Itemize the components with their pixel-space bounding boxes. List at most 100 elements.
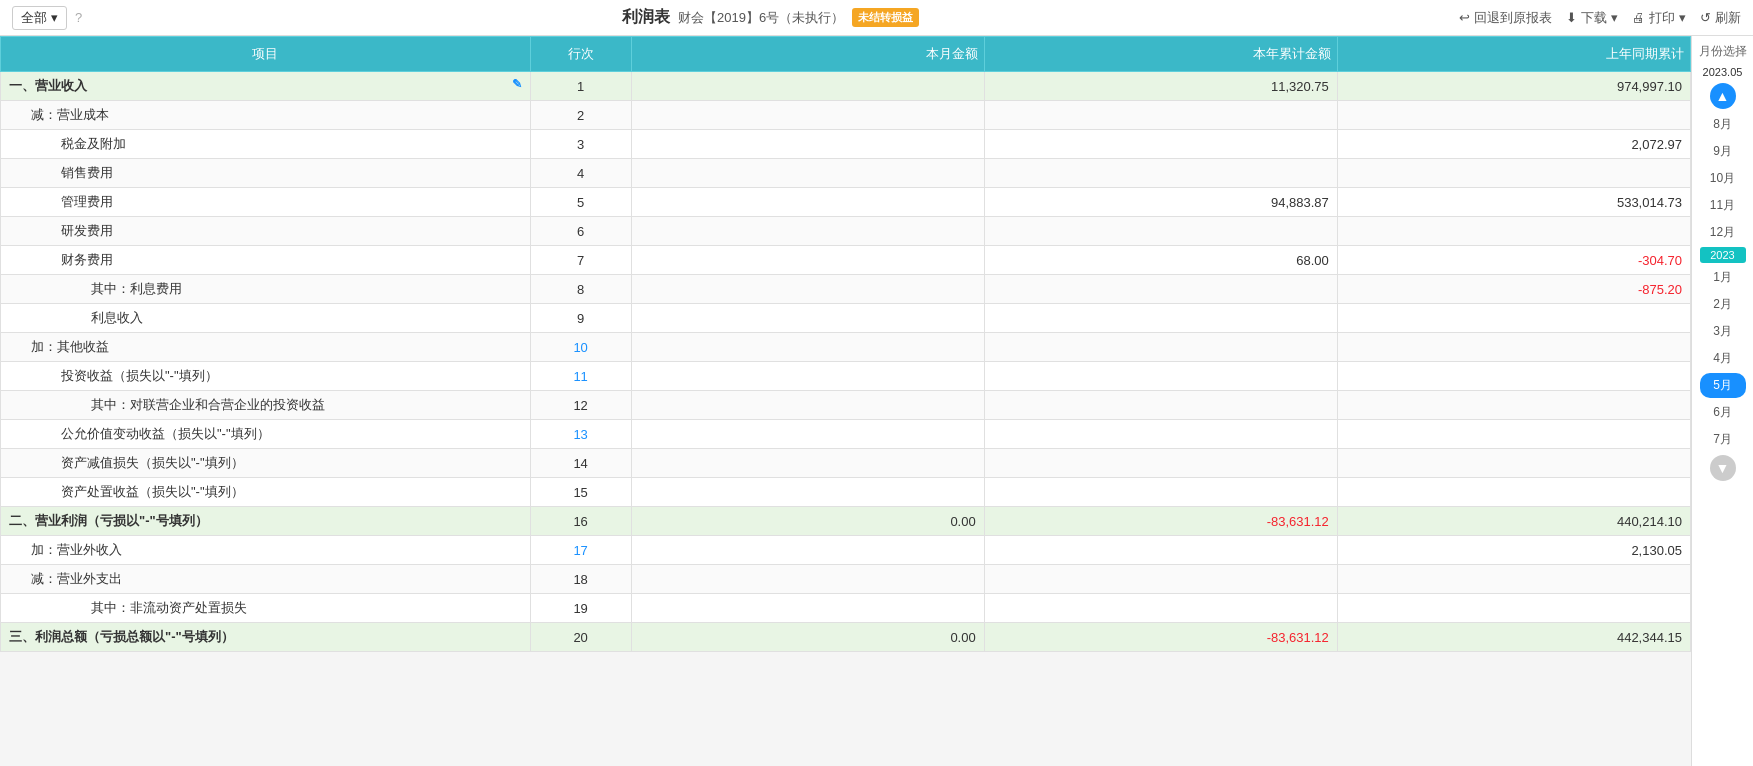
cell-prev: 2,130.05: [1337, 536, 1690, 565]
cell-prev: 2,072.97: [1337, 130, 1690, 159]
cell-month: [631, 130, 984, 159]
month-item[interactable]: 10月: [1700, 166, 1746, 191]
header-rownum: 行次: [530, 37, 631, 72]
month-item[interactable]: 2023: [1700, 247, 1746, 263]
cell-rownum: 15: [530, 478, 631, 507]
download-button[interactable]: ⬇ 下载 ▾: [1566, 9, 1618, 27]
edit-icon[interactable]: ✎: [512, 77, 522, 91]
cell-item: 加：营业外收入: [1, 536, 531, 565]
sidebar-up-button[interactable]: ▲: [1710, 83, 1736, 109]
page-wrapper: 全部 ▾ ? 利润表 财会【2019】6号（未执行） 未结转损益 ↩ 回退到原报…: [0, 0, 1753, 766]
refresh-button[interactable]: ↺ 刷新: [1700, 9, 1741, 27]
cell-prev: [1337, 420, 1690, 449]
cell-year: [984, 304, 1337, 333]
item-label: 其中：利息费用: [91, 281, 182, 296]
month-item[interactable]: 6月: [1700, 400, 1746, 425]
month-item[interactable]: 7月: [1700, 427, 1746, 452]
selector-label: 全部: [21, 9, 47, 27]
selector-dropdown[interactable]: 全部 ▾: [12, 6, 67, 30]
cell-rownum[interactable]: 17: [530, 536, 631, 565]
month-item[interactable]: 8月: [1700, 112, 1746, 137]
cell-year: [984, 420, 1337, 449]
cell-month: [631, 188, 984, 217]
sidebar-title: 月份选择: [1697, 40, 1749, 64]
month-item[interactable]: 1月: [1700, 265, 1746, 290]
cell-prev: [1337, 565, 1690, 594]
cell-prev: -875.20: [1337, 275, 1690, 304]
refresh-icon: ↺: [1700, 10, 1711, 25]
top-bar: 全部 ▾ ? 利润表 财会【2019】6号（未执行） 未结转损益 ↩ 回退到原报…: [0, 0, 1753, 36]
cell-prev: 533,014.73: [1337, 188, 1690, 217]
print-button[interactable]: 🖨 打印 ▾: [1632, 9, 1686, 27]
cell-prev: [1337, 333, 1690, 362]
cell-rownum: 19: [530, 594, 631, 623]
item-label: 加：其他收益: [31, 339, 109, 354]
table-header-row: 项目 行次 本月金额 本年累计金额 上年同期累计: [1, 37, 1691, 72]
item-label: 三、利润总额（亏损总额以"-"号填列）: [9, 629, 234, 644]
month-item[interactable]: 12月: [1700, 220, 1746, 245]
item-label: 加：营业外收入: [31, 542, 122, 557]
month-item[interactable]: 5月: [1700, 373, 1746, 398]
month-item[interactable]: 2月: [1700, 292, 1746, 317]
return-button[interactable]: ↩ 回退到原报表: [1459, 9, 1552, 27]
item-label: 销售费用: [61, 165, 113, 180]
cell-year: [984, 478, 1337, 507]
question-icon[interactable]: ?: [75, 10, 82, 25]
item-label: 利息收入: [91, 310, 143, 325]
table-row: 销售费用 4: [1, 159, 1691, 188]
cell-month: [631, 72, 984, 101]
cell-rownum[interactable]: 10: [530, 333, 631, 362]
chevron-down-icon: ▾: [51, 10, 58, 25]
cell-rownum: 3: [530, 130, 631, 159]
item-label: 减：营业外支出: [31, 571, 122, 586]
cell-year: [984, 391, 1337, 420]
cell-item: 其中：对联营企业和合营企业的投资收益: [1, 391, 531, 420]
cell-item: 其中：利息费用: [1, 275, 531, 304]
cell-prev: [1337, 449, 1690, 478]
cell-rownum: 12: [530, 391, 631, 420]
month-item[interactable]: 9月: [1700, 139, 1746, 164]
cell-year: [984, 101, 1337, 130]
cell-rownum: 4: [530, 159, 631, 188]
cell-item: 三、利润总额（亏损总额以"-"号填列）: [1, 623, 531, 652]
sidebar-year: 2023.05: [1701, 64, 1745, 80]
item-label: 其中：非流动资产处置损失: [91, 600, 247, 615]
table-row: 资产处置收益（损失以"-"填列）15: [1, 478, 1691, 507]
cell-prev: [1337, 304, 1690, 333]
cell-rownum: 6: [530, 217, 631, 246]
month-item[interactable]: 3月: [1700, 319, 1746, 344]
cell-item: 利息收入: [1, 304, 531, 333]
table-row: 减：营业外支出18: [1, 565, 1691, 594]
cell-prev: [1337, 362, 1690, 391]
cell-item: 二、营业利润（亏损以"-"号填列）: [1, 507, 531, 536]
cell-year: [984, 536, 1337, 565]
table-row: 三、利润总额（亏损总额以"-"号填列）200.00-83,631.12442,3…: [1, 623, 1691, 652]
header-month: 本月金额: [631, 37, 984, 72]
cell-year: [984, 333, 1337, 362]
print-label: 打印: [1649, 9, 1675, 27]
month-item[interactable]: 11月: [1700, 193, 1746, 218]
table-row: 资产减值损失（损失以"-"填列）14: [1, 449, 1691, 478]
table-area[interactable]: 项目 行次 本月金额 本年累计金额 上年同期累计 一、营业收入✎111,320.…: [0, 36, 1691, 766]
cell-item: 资产减值损失（损失以"-"填列）: [1, 449, 531, 478]
sidebar-down-button[interactable]: ▼: [1710, 455, 1736, 481]
cell-item: 管理费用: [1, 188, 531, 217]
cell-month: [631, 536, 984, 565]
cell-rownum[interactable]: 13: [530, 420, 631, 449]
header-year: 本年累计金额: [984, 37, 1337, 72]
table-row: 二、营业利润（亏损以"-"号填列）160.00-83,631.12440,214…: [1, 507, 1691, 536]
cell-item: 公允价值变动收益（损失以"-"填列）: [1, 420, 531, 449]
cell-rownum[interactable]: 11: [530, 362, 631, 391]
cell-month: [631, 217, 984, 246]
table-row: 其中：对联营企业和合营企业的投资收益12: [1, 391, 1691, 420]
table-row: 财务费用768.00-304.70: [1, 246, 1691, 275]
cell-item: 减：营业成本: [1, 101, 531, 130]
page-title: 利润表: [622, 7, 670, 28]
subtitle: 财会【2019】6号（未执行）: [678, 9, 844, 27]
cell-year: 94,883.87: [984, 188, 1337, 217]
table-row: 研发费用6: [1, 217, 1691, 246]
month-item[interactable]: 4月: [1700, 346, 1746, 371]
cell-month: [631, 565, 984, 594]
download-icon: ⬇: [1566, 10, 1577, 25]
cell-month: [631, 333, 984, 362]
